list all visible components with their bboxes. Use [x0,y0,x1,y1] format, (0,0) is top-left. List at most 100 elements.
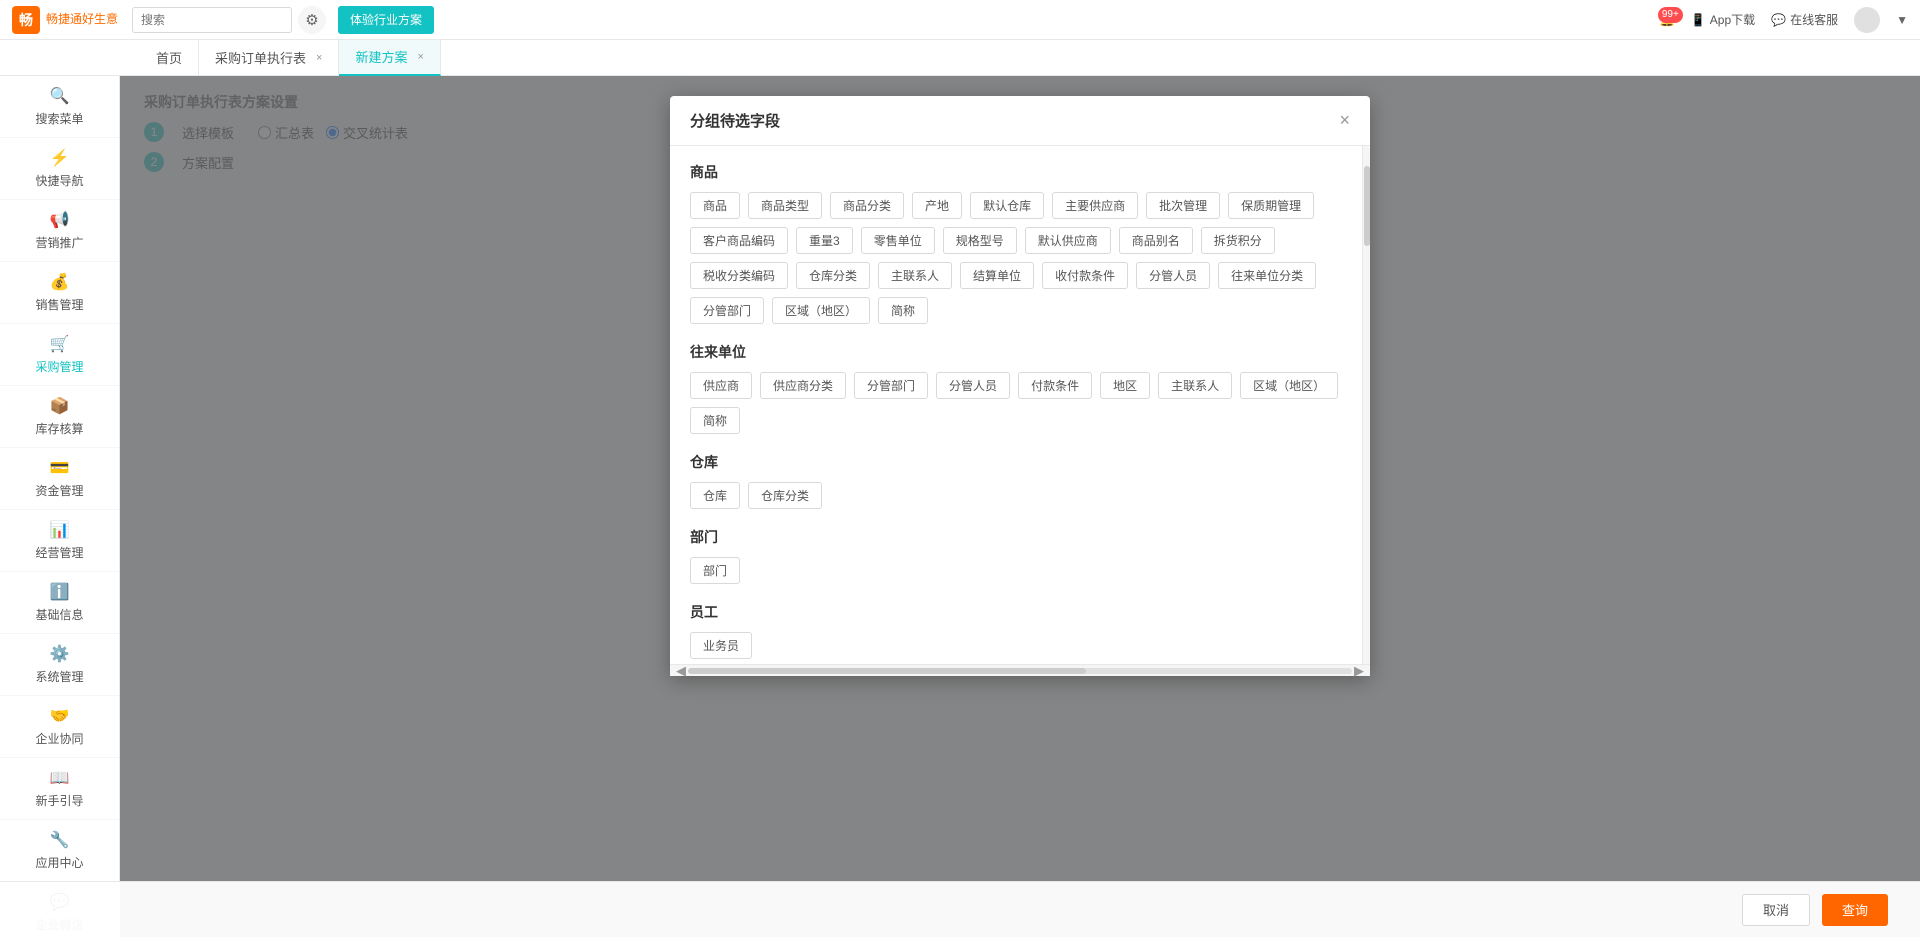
search-menu-icon: 🔍 [50,86,70,106]
sidebar-item-purchase[interactable]: 🛒 采购管理 [0,324,119,386]
tab-bar: 首页 采购订单执行表 × 新建方案 × [0,40,1920,76]
field-managing-person2[interactable]: 分管人员 [936,372,1010,399]
sidebar-item-apps-label: 应用中心 [35,854,83,871]
finance-icon: 💳 [50,458,70,478]
sidebar-item-finance[interactable]: 💳 资金管理 [0,448,119,510]
department-field-grid: 部门 [690,557,1342,584]
inventory-icon: 📦 [50,396,70,416]
field-main-supplier[interactable]: 主要供应商 [1052,192,1138,219]
field-unpack-points[interactable]: 拆货积分 [1201,227,1275,254]
warehouse-field-grid: 仓库 仓库分类 [690,482,1342,509]
sidebar-item-search[interactable]: 🔍 搜索菜单 [0,76,119,138]
sidebar-item-marketing-label: 营销推广 [35,234,83,251]
sidebar-item-quick-nav[interactable]: ⚡ 快捷导航 [0,138,119,200]
field-origin[interactable]: 产地 [912,192,962,219]
field-salesperson[interactable]: 业务员 [690,632,752,659]
modal-vscroll-thumb [1364,166,1370,246]
modal-close-btn[interactable]: × [1339,110,1350,131]
field-region-product[interactable]: 区域（地区） [772,297,870,324]
online-service-btn[interactable]: 💬 在线客服 [1771,11,1838,28]
field-product[interactable]: 商品 [690,192,740,219]
basic-info-icon: ℹ️ [50,582,70,602]
sidebar-item-system[interactable]: ⚙️ 系统管理 [0,634,119,696]
field-payment-terms[interactable]: 收付款条件 [1042,262,1128,289]
section-warehouse-title: 仓库 [690,452,1342,472]
confirm-button[interactable]: 查询 [1822,894,1888,926]
modal-backdrop: 分组待选字段 × 商品 商品 商品类型 商品分类 产地 [120,76,1920,937]
field-selection-modal: 分组待选字段 × 商品 商品 商品类型 商品分类 产地 [670,96,1370,676]
sidebar-item-sales[interactable]: 💰 销售管理 [0,262,119,324]
sidebar-item-apps[interactable]: 🔧 应用中心 [0,820,119,882]
content-area: 采购订单执行表方案设置 1 选择模板 汇总表 交叉统计表 2 方案配置 分组待选 [120,76,1920,937]
field-customer-product-code[interactable]: 客户商品编码 [690,227,788,254]
modal-hscrollbar[interactable]: ◀ ▶ [670,664,1370,676]
field-default-warehouse[interactable]: 默认仓库 [970,192,1044,219]
field-region2[interactable]: 地区 [1100,372,1150,399]
field-managing-dept[interactable]: 分管部门 [690,297,764,324]
field-tax-code[interactable]: 税收分类编码 [690,262,788,289]
expand-icon[interactable]: ▼ [1896,13,1908,27]
notification-btn[interactable]: 🔔 99+ [1660,13,1675,27]
field-retail-unit[interactable]: 零售单位 [861,227,935,254]
ops-icon: 📊 [50,520,70,540]
field-payment-cond[interactable]: 付款条件 [1018,372,1092,399]
sidebar-item-ops[interactable]: 📊 经营管理 [0,510,119,572]
modal-title: 分组待选字段 [690,110,780,131]
marketing-icon: 📢 [50,210,70,230]
field-warehouse[interactable]: 仓库 [690,482,740,509]
section-counterpart: 往来单位 供应商 供应商分类 分管部门 分管人员 付款条件 地区 主联系人 区域… [690,342,1342,434]
system-icon: ⚙️ [50,644,70,664]
app-download-btn[interactable]: 📱 App下载 [1691,11,1755,28]
field-weight3[interactable]: 重量3 [796,227,853,254]
section-product-title: 商品 [690,162,1342,182]
avatar[interactable] [1854,7,1880,33]
sidebar-item-sales-label: 销售管理 [35,296,83,313]
field-settlement-unit[interactable]: 结算单位 [960,262,1034,289]
field-region-area2[interactable]: 区域（地区） [1240,372,1338,399]
hscroll-left-btn[interactable]: ◀ [674,663,688,679]
search-input[interactable] [132,7,292,33]
field-abbr2[interactable]: 简称 [690,407,740,434]
field-expiry-mgmt[interactable]: 保质期管理 [1228,192,1314,219]
field-main-contact2[interactable]: 主联系人 [1158,372,1232,399]
sidebar-item-inventory[interactable]: 📦 库存核算 [0,386,119,448]
field-supplier[interactable]: 供应商 [690,372,752,399]
cancel-button[interactable]: 取消 [1742,894,1810,926]
apps-icon: 🔧 [50,830,70,850]
download-icon: 📱 [1691,13,1706,27]
sidebar-item-newbie-label: 新手引导 [35,792,83,809]
sidebar-item-marketing[interactable]: 📢 营销推广 [0,200,119,262]
field-manager[interactable]: 分管人员 [1136,262,1210,289]
tab-home[interactable]: 首页 [140,40,199,76]
field-product-alias[interactable]: 商品别名 [1119,227,1193,254]
field-partner-category[interactable]: 往来单位分类 [1218,262,1316,289]
field-main-contact[interactable]: 主联系人 [878,262,952,289]
field-supplier-category[interactable]: 供应商分类 [760,372,846,399]
sidebar-item-collab[interactable]: 🤝 企业协同 [0,696,119,758]
online-service-label: 在线客服 [1790,11,1838,28]
field-warehouse-category[interactable]: 仓库分类 [796,262,870,289]
hscroll-right-btn[interactable]: ▶ [1352,663,1366,679]
field-abbr-product[interactable]: 简称 [878,297,928,324]
field-spec-model[interactable]: 规格型号 [943,227,1017,254]
app-download-label: App下载 [1710,11,1755,28]
tab-purchase-order-close[interactable]: × [316,52,322,64]
logo-text: 畅捷通好生意 [46,12,118,26]
field-warehouse-cat[interactable]: 仓库分类 [748,482,822,509]
field-managing-dept2[interactable]: 分管部门 [854,372,928,399]
trial-btn[interactable]: 体验行业方案 [338,6,434,34]
field-batch-mgmt[interactable]: 批次管理 [1146,192,1220,219]
tab-new-plan[interactable]: 新建方案 × [339,40,440,76]
modal-vscrollbar[interactable] [1362,146,1370,664]
field-product-category[interactable]: 商品分类 [830,192,904,219]
collab-icon: 🤝 [50,706,70,726]
sidebar-item-newbie[interactable]: 📖 新手引导 [0,758,119,820]
sidebar-item-basic-info[interactable]: ℹ️ 基础信息 [0,572,119,634]
field-department[interactable]: 部门 [690,557,740,584]
sidebar-item-inventory-label: 库存核算 [35,420,83,437]
field-product-type[interactable]: 商品类型 [748,192,822,219]
tab-new-plan-close[interactable]: × [417,51,423,63]
tab-purchase-order[interactable]: 采购订单执行表 × [199,40,339,76]
settings-button[interactable]: ⚙ [298,6,326,34]
field-default-supplier[interactable]: 默认供应商 [1025,227,1111,254]
